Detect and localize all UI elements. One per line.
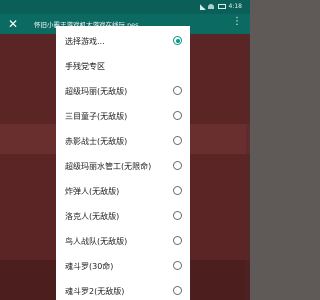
option-label: 魂斗罗2(无敌版) — [65, 287, 125, 296]
radio-icon[interactable] — [173, 261, 182, 270]
wifi-icon — [208, 4, 214, 9]
option-label: 炸弹人(无敌版) — [65, 187, 120, 196]
section-header: 手残党专区 — [56, 53, 190, 77]
option-game[interactable]: 三目童子(无敌版) — [56, 103, 190, 127]
game-select-dialog: 选择游戏... 手残党专区 超级玛丽(无敌版) 三目童子(无敌版) 赤影战士(无… — [56, 26, 190, 300]
option-label: 三目童子(无敌版) — [65, 112, 128, 121]
option-game[interactable]: 洛克人(无敌版) — [56, 203, 190, 227]
option-game[interactable]: 魂斗罗(30命) — [56, 253, 190, 277]
signal-icon — [200, 4, 206, 10]
option-label: 洛克人(无敌版) — [65, 212, 120, 221]
radio-icon[interactable] — [173, 236, 182, 245]
radio-icon[interactable] — [173, 161, 182, 170]
option-label: 魂斗罗(30命) — [65, 262, 114, 271]
status-bar: 4:18 — [0, 0, 250, 14]
section-label: 手残党专区 — [65, 62, 105, 71]
radio-icon[interactable] — [173, 136, 182, 145]
clock: 4:18 — [228, 3, 242, 10]
radio-icon[interactable] — [173, 86, 182, 95]
radio-icon[interactable] — [173, 286, 182, 295]
option-game[interactable]: 炸弹人(无敌版) — [56, 178, 190, 202]
option-select-game[interactable]: 选择游戏... — [56, 28, 190, 52]
option-label: 鸟人战队(无敌版) — [65, 237, 128, 246]
radio-checked-icon[interactable] — [173, 36, 182, 45]
radio-icon[interactable] — [173, 186, 182, 195]
option-game[interactable]: 鸟人战队(无敌版) — [56, 228, 190, 252]
option-label: 超级玛丽(无敌版) — [65, 87, 128, 96]
option-label: 赤影战士(无敌版) — [65, 137, 128, 146]
option-label: 超级玛丽水管工(无限命) — [65, 162, 152, 171]
option-game[interactable]: 魂斗罗2(无敌版) — [56, 278, 190, 300]
radio-icon[interactable] — [173, 111, 182, 120]
option-label: 选择游戏... — [65, 37, 105, 46]
more-menu-icon[interactable]: ⋮ — [232, 16, 242, 27]
option-game[interactable]: 超级玛丽(无敌版) — [56, 78, 190, 102]
background-edge — [246, 34, 250, 300]
option-game[interactable]: 赤影战士(无敌版) — [56, 128, 190, 152]
option-game[interactable]: 超级玛丽水管工(无限命) — [56, 153, 190, 177]
battery-icon — [218, 4, 226, 9]
close-icon[interactable]: ✕ — [6, 16, 20, 32]
radio-icon[interactable] — [173, 211, 182, 220]
